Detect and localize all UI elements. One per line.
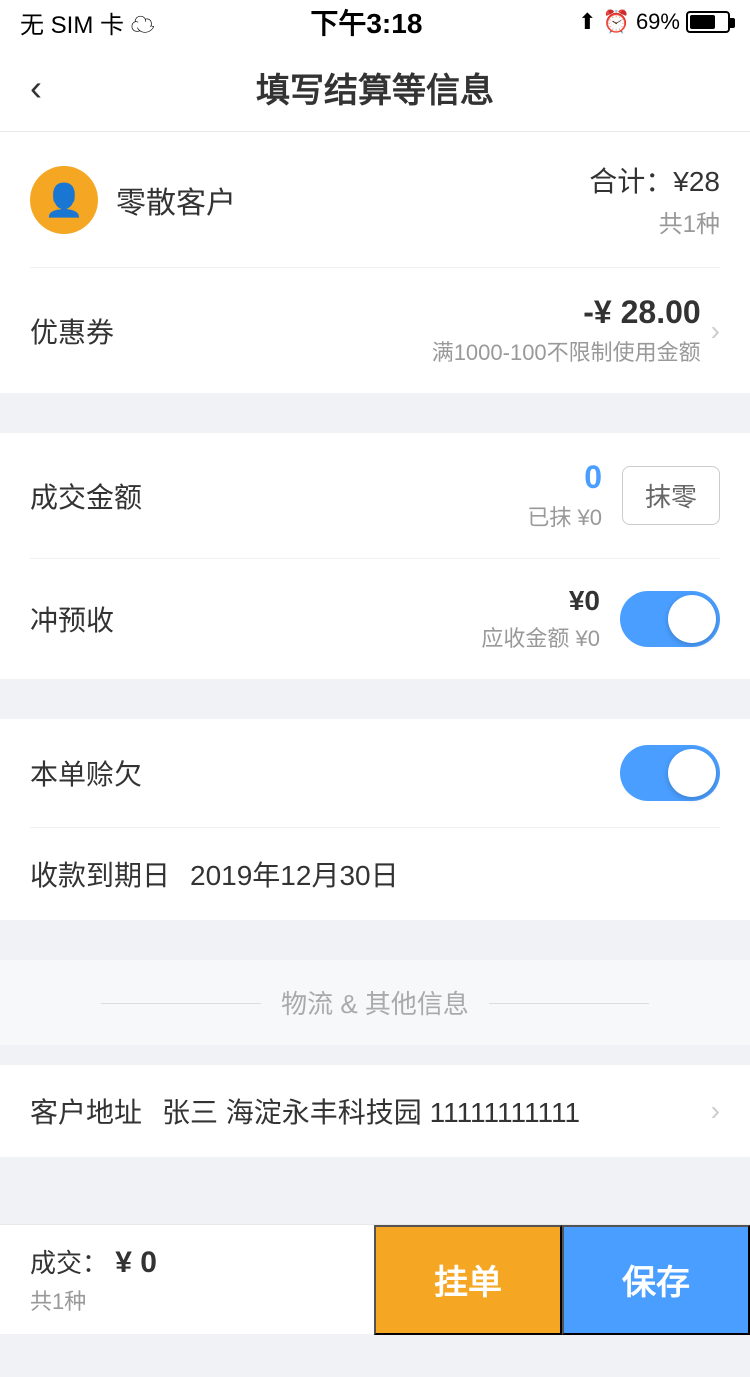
- logistics-header-text: 物流 & 其他信息: [281, 984, 469, 1021]
- coupon-info: -¥ 28.00 满1000-100不限制使用金额: [432, 294, 701, 367]
- customer-right: 合计：¥28 共1种: [589, 160, 720, 239]
- prepayment-toggle[interactable]: [620, 591, 720, 647]
- bottom-summary-top: 成交： ¥ 0: [30, 1243, 344, 1280]
- alarm-icon: ⏰: [603, 9, 630, 35]
- credit-section: 本单赊欠 收款到期日 2019年12月30日: [0, 719, 750, 920]
- address-label: 客户地址: [30, 1091, 142, 1131]
- bottom-bar: 成交： ¥ 0 共1种 挂单 保存: [0, 1224, 750, 1334]
- credit-toggle-knob: [668, 749, 716, 797]
- bottom-summary-count: 共1种: [30, 1284, 344, 1316]
- status-left: 无 SIM 卡 ☁: [20, 5, 155, 40]
- sim-label: 无 SIM 卡 ☁: [20, 5, 155, 40]
- prepayment-label: 冲预收: [30, 599, 114, 639]
- section-gap-1: [0, 413, 750, 433]
- transaction-amount-sub: 已抹 ¥0: [527, 500, 602, 532]
- prepayment-toggle-knob: [668, 595, 716, 643]
- coupon-label: 优惠券: [30, 311, 114, 351]
- due-date-row[interactable]: 收款到期日 2019年12月30日: [0, 828, 750, 920]
- transaction-amount-value[interactable]: 0: [527, 459, 602, 496]
- due-date-label: 收款到期日: [30, 854, 170, 894]
- avatar: 👤: [30, 166, 98, 234]
- coupon-chevron-icon: ›: [711, 315, 720, 347]
- credit-row: 本单赊欠: [0, 719, 750, 827]
- status-bar: 无 SIM 卡 ☁ 下午3:18 ⬆ ⏰ 69%: [0, 0, 750, 44]
- save-button[interactable]: 保存: [562, 1225, 750, 1335]
- credit-toggle[interactable]: [620, 745, 720, 801]
- logistics-header: 物流 & 其他信息: [0, 960, 750, 1045]
- prepayment-right: ¥0 应收金额 ¥0: [481, 585, 720, 653]
- transaction-amount-right: 0 已抹 ¥0 抹零: [527, 459, 720, 532]
- address-section: 客户地址 张三 海淀永丰科技园 11111111111 ›: [0, 1065, 750, 1157]
- round-zero-button[interactable]: 抹零: [622, 466, 720, 525]
- back-button[interactable]: ‹: [30, 67, 90, 109]
- section-gap-2: [0, 699, 750, 719]
- customer-row: 👤 零散客户 合计：¥28 共1种: [0, 132, 750, 267]
- bottom-summary: 成交： ¥ 0 共1种: [0, 1243, 374, 1316]
- coupon-desc: 满1000-100不限制使用金额: [432, 335, 701, 367]
- credit-label: 本单赊欠: [30, 753, 142, 793]
- status-right: ⬆ ⏰ 69%: [578, 9, 730, 35]
- due-date-value: 2019年12月30日: [190, 854, 399, 894]
- bottom-summary-label: 成交：: [30, 1248, 108, 1278]
- battery-icon: [686, 11, 730, 33]
- section-gap-4: [0, 1045, 750, 1065]
- prepayment-amount: ¥0: [481, 585, 600, 617]
- customer-left: 👤 零散客户: [30, 166, 236, 234]
- hang-order-button[interactable]: 挂单: [374, 1225, 562, 1335]
- customer-name: 零散客户: [116, 178, 236, 222]
- page-title: 填写结算等信息: [90, 63, 660, 112]
- transaction-section: 成交金额 0 已抹 ¥0 抹零 冲预收 ¥0 应收金额 ¥0: [0, 433, 750, 679]
- prepayment-sub: 应收金额 ¥0: [481, 621, 600, 653]
- address-chevron-icon: ›: [711, 1095, 720, 1127]
- customer-section: 👤 零散客户 合计：¥28 共1种 优惠券 -¥ 28.00 满1000-100…: [0, 132, 750, 393]
- prepayment-row: 冲预收 ¥0 应收金额 ¥0: [0, 559, 750, 679]
- coupon-amount: -¥ 28.00: [432, 294, 701, 331]
- coupon-right: -¥ 28.00 满1000-100不限制使用金额 ›: [432, 294, 720, 367]
- location-icon: ⬆: [578, 9, 596, 35]
- avatar-icon: 👤: [44, 181, 84, 219]
- transaction-amount-row: 成交金额 0 已抹 ¥0 抹零: [0, 433, 750, 558]
- coupon-row[interactable]: 优惠券 -¥ 28.00 满1000-100不限制使用金额 ›: [0, 268, 750, 393]
- total-count: 共1种: [589, 204, 720, 239]
- address-value: 张三 海淀永丰科技园 11111111111: [162, 1091, 711, 1131]
- bottom-summary-amount: ¥ 0: [115, 1246, 157, 1279]
- prepayment-amount-block: ¥0 应收金额 ¥0: [481, 585, 600, 653]
- address-row[interactable]: 客户地址 张三 海淀永丰科技园 11111111111 ›: [0, 1065, 750, 1157]
- status-time: 下午3:18: [310, 2, 422, 42]
- transaction-amount-values: 0 已抹 ¥0: [527, 459, 602, 532]
- total-label: 合计：¥28: [589, 160, 720, 200]
- nav-bar: ‹ 填写结算等信息: [0, 44, 750, 132]
- battery-percent: 69%: [636, 9, 680, 35]
- transaction-amount-label: 成交金额: [30, 476, 142, 516]
- section-gap-3: [0, 940, 750, 960]
